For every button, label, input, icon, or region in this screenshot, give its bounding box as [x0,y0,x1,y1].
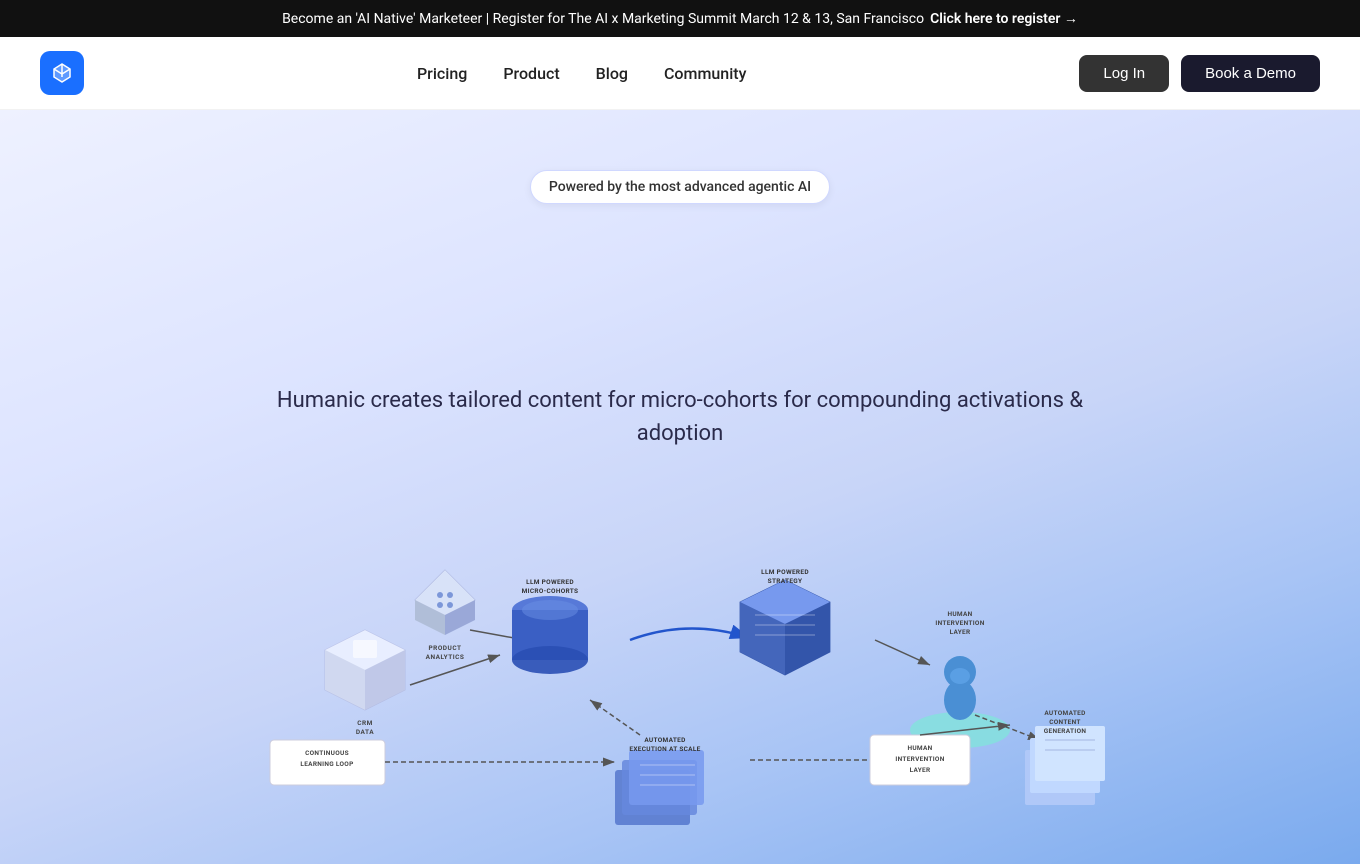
arrow-to-execution [590,700,640,735]
svg-text:LEARNING LOOP: LEARNING LOOP [300,760,353,768]
svg-text:INTERVENTION: INTERVENTION [935,619,984,627]
human-layer2-node: HUMAN INTERVENTION LAYER [870,735,970,785]
svg-text:ANALYTICS: ANALYTICS [426,653,465,661]
announcement-bar: Become an 'AI Native' Marketeer | Regist… [0,0,1360,37]
svg-text:GENERATION: GENERATION [1044,727,1087,735]
svg-text:AUTOMATED: AUTOMATED [1044,709,1085,717]
nav-actions: Log In Book a Demo [1079,55,1320,92]
hero-badge: Powered by the most advanced agentic AI [530,170,830,204]
svg-text:INTERVENTION: INTERVENTION [895,755,944,763]
announcement-cta[interactable]: Click here to register → [930,10,1078,27]
arrow-cohorts-to-strategy [630,628,750,640]
nav-blog[interactable]: Blog [596,64,628,83]
svg-text:LLM POWERED: LLM POWERED [761,568,809,576]
login-button[interactable]: Log In [1079,55,1169,92]
learning-loop-node: CONTINUOUS LEARNING LOOP [270,740,385,785]
svg-text:MICRO-COHORTS: MICRO-COHORTS [522,587,579,595]
svg-text:LAYER: LAYER [910,766,931,774]
svg-text:LLM POWERED: LLM POWERED [526,578,574,586]
svg-text:STRATEGY: STRATEGY [768,577,803,585]
execution-node: AUTOMATED EXECUTION AT SCALE [615,736,704,825]
nav-links: Pricing Product Blog Community [417,64,746,83]
svg-text:HUMAN: HUMAN [907,744,932,752]
micro-cohorts-node: LLM POWERED MICRO-COHORTS [512,578,588,674]
svg-text:EXECUTION AT SCALE: EXECUTION AT SCALE [629,745,700,753]
svg-text:CRM: CRM [357,719,373,727]
hero-section: Powered by the most advanced agentic AI … [0,110,1360,864]
content-gen-node: AUTOMATED CONTENT GENERATION [1025,709,1105,805]
diagram-svg: CRM DATA PRODUCT ANALYTICS [230,480,1130,860]
svg-text:LAYER: LAYER [950,628,971,636]
svg-text:HUMAN: HUMAN [947,610,972,618]
strategy-node: LLM POWERED STRATEGY [740,568,830,675]
nav-pricing[interactable]: Pricing [417,64,467,83]
svg-text:DATA: DATA [356,728,374,736]
hero-tagline: Humanic creates tailored content for mic… [230,384,1130,450]
svg-text:AUTOMATED: AUTOMATED [644,736,685,744]
nav-product[interactable]: Product [503,64,559,83]
svg-text:CONTINUOUS: CONTINUOUS [305,749,349,757]
arrow-strategy-to-human [875,640,930,665]
demo-button[interactable]: Book a Demo [1181,55,1320,92]
logo-icon [50,61,74,85]
crm-node: CRM DATA [325,630,405,736]
navbar: Pricing Product Blog Community Log In Bo… [0,37,1360,110]
nav-community[interactable]: Community [664,64,746,83]
diagram-container: CRM DATA PRODUCT ANALYTICS [230,480,1130,864]
svg-text:PRODUCT: PRODUCT [428,644,461,652]
announcement-text: Become an 'AI Native' Marketeer | Regist… [282,11,924,27]
logo[interactable] [40,51,84,95]
analytics-node: PRODUCT ANALYTICS [415,570,475,661]
svg-text:CONTENT: CONTENT [1049,718,1081,726]
